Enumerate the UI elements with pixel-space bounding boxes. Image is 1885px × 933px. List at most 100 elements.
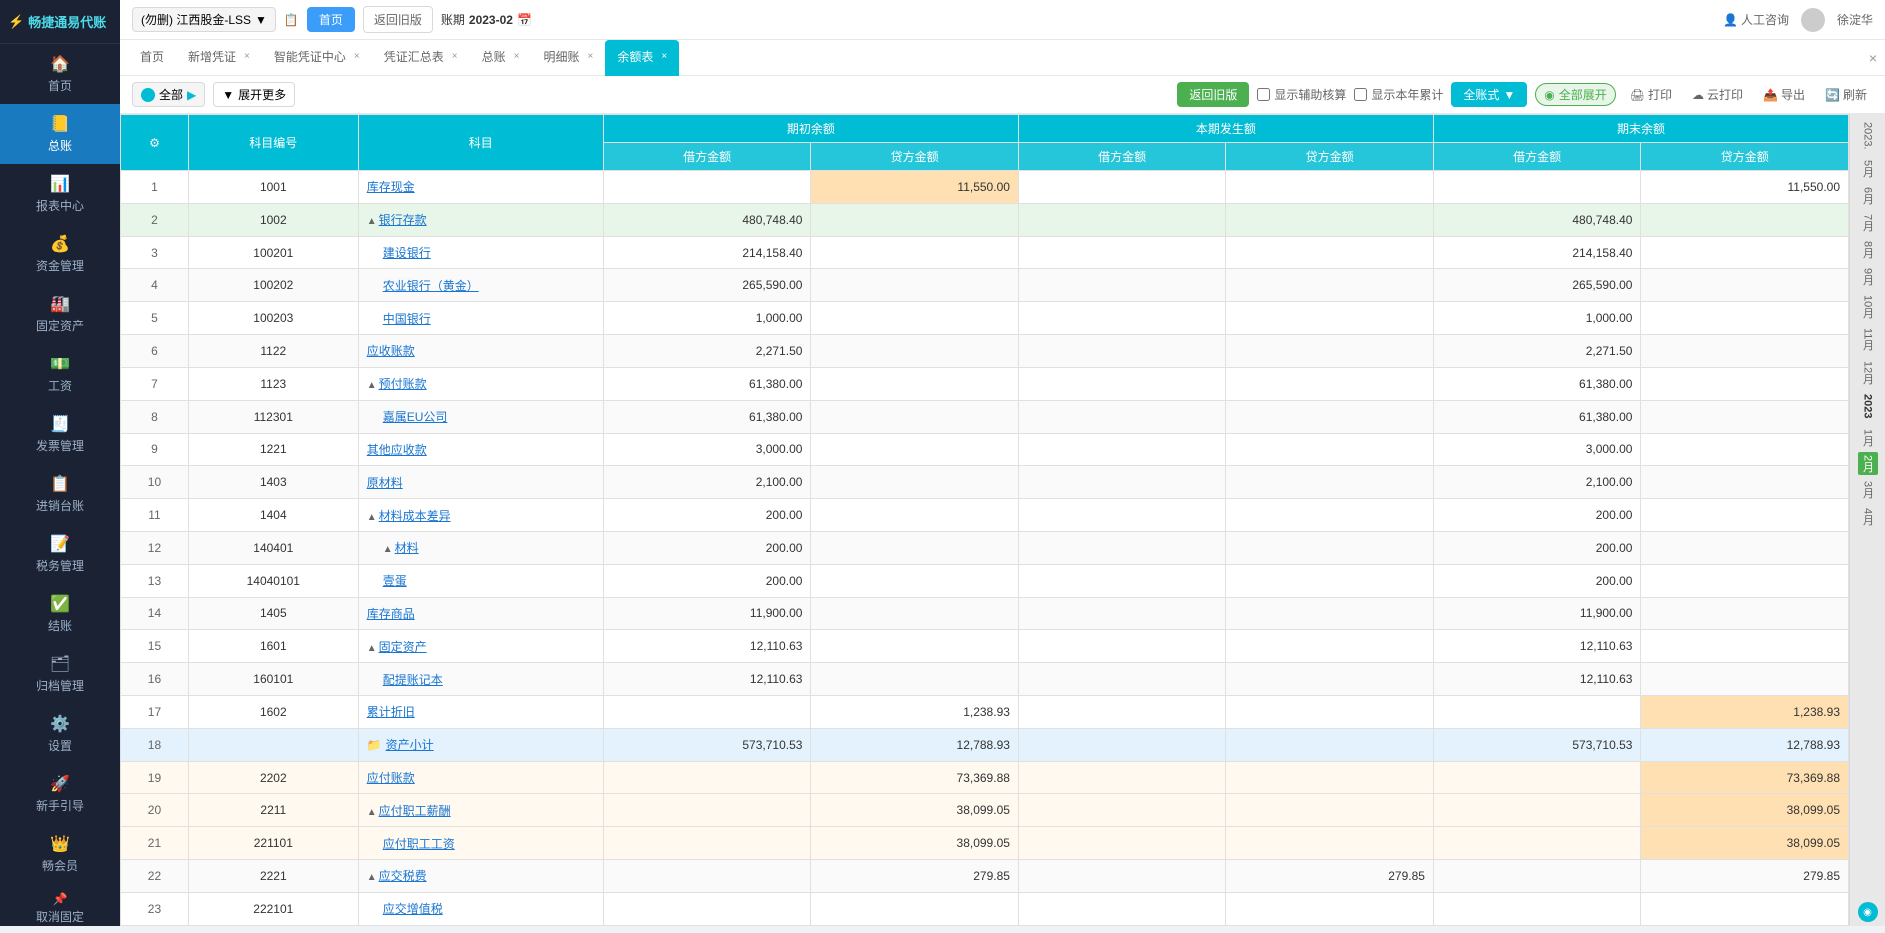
cell-name[interactable]: ▲材料成本差异 bbox=[358, 499, 603, 532]
name-link[interactable]: 库存商品 bbox=[367, 607, 415, 621]
right-panel-month-8[interactable]: 8月 bbox=[1858, 237, 1878, 262]
cell-name[interactable]: 应付账款 bbox=[358, 761, 603, 794]
expand-arrow-icon[interactable]: ▲ bbox=[367, 216, 377, 227]
avatar[interactable] bbox=[1801, 8, 1825, 32]
right-panel-month-11[interactable]: 11月 bbox=[1858, 324, 1878, 354]
cell-name[interactable]: 配提账记本 bbox=[358, 663, 603, 696]
right-panel-year-2023-prev[interactable]: 2023. bbox=[1860, 118, 1876, 154]
tab-voucher-summary[interactable]: 凭证汇总表 × bbox=[372, 40, 470, 76]
cell-name[interactable]: 壹蛋 bbox=[358, 564, 603, 597]
show-aux-checkbox[interactable]: 显示辅助核算 bbox=[1257, 86, 1346, 103]
cell-name[interactable]: ▲材料 bbox=[358, 531, 603, 564]
name-link[interactable]: 配提账记本 bbox=[383, 673, 443, 687]
name-link[interactable]: 应交增值税 bbox=[383, 902, 443, 916]
tab-smart-center[interactable]: 智能凭证中心 × bbox=[262, 40, 372, 76]
gear-icon[interactable]: ⚙ bbox=[149, 136, 160, 150]
sidebar-item-reports[interactable]: 📊 报表中心 bbox=[0, 164, 120, 224]
name-link[interactable]: 材料成本差异 bbox=[379, 509, 451, 523]
name-link[interactable]: 材料 bbox=[395, 541, 419, 555]
name-link[interactable]: 应付职工工资 bbox=[383, 837, 455, 851]
cell-name[interactable]: ▲应付职工薪酬 bbox=[358, 794, 603, 827]
cell-name[interactable]: 建设银行 bbox=[358, 236, 603, 269]
name-link[interactable]: 嘉属EU公司 bbox=[383, 410, 448, 424]
customer-service-btn[interactable]: 👤 人工咨询 bbox=[1723, 11, 1789, 28]
subject-selector[interactable]: 全部 ▶ bbox=[132, 82, 205, 107]
name-link[interactable]: 应收账款 bbox=[367, 344, 415, 358]
sidebar-item-home[interactable]: 🏠 首页 bbox=[0, 44, 120, 104]
cell-name[interactable]: 其他应收款 bbox=[358, 433, 603, 466]
cell-name[interactable]: 原材料 bbox=[358, 466, 603, 499]
ytd-checkbox-input[interactable] bbox=[1354, 88, 1367, 101]
name-link[interactable]: 原材料 bbox=[367, 476, 403, 490]
tab-balance-sheet[interactable]: 余额表 × bbox=[605, 40, 679, 76]
right-panel-month-12[interactable]: 12月 bbox=[1858, 357, 1878, 388]
close-tab-new-voucher[interactable]: × bbox=[244, 51, 250, 62]
print-button[interactable]: 🖨 打印 bbox=[1624, 83, 1678, 106]
return-old-version-button[interactable]: 返回旧版 bbox=[1177, 82, 1249, 107]
full-mode-button[interactable]: 全账式 ▼ bbox=[1451, 82, 1527, 107]
sidebar-item-capital[interactable]: 💰 资金管理 bbox=[0, 224, 120, 284]
right-panel-month-7[interactable]: 7月 bbox=[1858, 210, 1878, 235]
name-link[interactable]: 银行存款 bbox=[379, 213, 427, 227]
expand-arrow-icon[interactable]: ▲ bbox=[383, 544, 393, 555]
tab-detail-ledger[interactable]: 明细账 × bbox=[531, 40, 605, 76]
cell-name[interactable]: ▲固定资产 bbox=[358, 630, 603, 663]
sidebar-item-settings[interactable]: ⚙️ 设置 bbox=[0, 704, 120, 764]
right-panel-month-9[interactable]: 9月 bbox=[1858, 264, 1878, 289]
right-panel-month-1[interactable]: 1月 bbox=[1858, 425, 1878, 450]
name-link[interactable]: 其他应收款 bbox=[367, 443, 427, 457]
copy-icon[interactable]: 📋 bbox=[284, 13, 299, 27]
name-link[interactable]: 累计折旧 bbox=[367, 705, 415, 719]
name-link[interactable]: 应付职工薪酬 bbox=[379, 804, 451, 818]
expand-arrow-icon[interactable]: ▲ bbox=[367, 643, 377, 654]
calendar-icon[interactable]: 📅 bbox=[517, 13, 532, 27]
cell-name[interactable]: 📁资产小计 bbox=[358, 728, 603, 761]
sidebar-item-fixed-assets[interactable]: 🏭 固定资产 bbox=[0, 284, 120, 344]
tab-home[interactable]: 首页 bbox=[128, 40, 176, 76]
right-panel-year-2023[interactable]: 2023 bbox=[1860, 390, 1876, 422]
cell-name[interactable]: 累计折旧 bbox=[358, 696, 603, 729]
th-settings[interactable]: ⚙ bbox=[121, 115, 189, 171]
name-link[interactable]: 建设银行 bbox=[383, 246, 431, 260]
name-link[interactable]: 农业银行（黄金） bbox=[383, 279, 479, 293]
name-link[interactable]: 中国银行 bbox=[383, 312, 431, 326]
sidebar-item-tax[interactable]: 📝 税务管理 bbox=[0, 524, 120, 584]
close-tab-balance-sheet[interactable]: × bbox=[661, 51, 667, 62]
right-panel-month-10[interactable]: 10月 bbox=[1858, 291, 1878, 322]
close-tab-detail-ledger[interactable]: × bbox=[587, 51, 593, 62]
right-panel-month-3[interactable]: 3月 bbox=[1858, 477, 1878, 502]
tab-new-voucher[interactable]: 新增凭证 × bbox=[176, 40, 262, 76]
expand-more-button[interactable]: ▼ 展开更多 bbox=[213, 82, 295, 107]
sidebar-item-invoice[interactable]: 🧾 发票管理 bbox=[0, 404, 120, 464]
right-panel-month-2[interactable]: 2月 bbox=[1858, 452, 1878, 475]
cell-name[interactable]: 嘉属EU公司 bbox=[358, 400, 603, 433]
close-all-tabs[interactable]: × bbox=[1869, 50, 1877, 66]
right-panel-bottom-icon[interactable]: ◉ bbox=[1858, 902, 1878, 922]
switch-old-version-button[interactable]: 返回旧版 bbox=[363, 6, 433, 33]
sidebar-item-ledger[interactable]: 📒 总账 bbox=[0, 104, 120, 164]
sidebar-item-guide[interactable]: 🚀 新手引导 bbox=[0, 764, 120, 824]
name-link[interactable]: 应交税费 bbox=[379, 869, 427, 883]
aux-checkbox-input[interactable] bbox=[1257, 88, 1270, 101]
sidebar-item-member[interactable]: 👑 畅会员 bbox=[0, 824, 120, 884]
cell-name[interactable]: 应收账款 bbox=[358, 335, 603, 368]
close-tab-ledger[interactable]: × bbox=[514, 51, 520, 62]
cell-name[interactable]: ▲应交税费 bbox=[358, 860, 603, 893]
tab-ledger[interactable]: 总账 × bbox=[470, 40, 532, 76]
expand-arrow-icon[interactable]: ▲ bbox=[367, 807, 377, 818]
cell-name[interactable]: 农业银行（黄金） bbox=[358, 269, 603, 302]
expand-arrow-icon[interactable]: ▲ bbox=[367, 512, 377, 523]
export-button[interactable]: 📤 导出 bbox=[1757, 83, 1811, 106]
work-bench-button[interactable]: 首页 bbox=[307, 7, 355, 32]
show-ytd-checkbox[interactable]: 显示本年累计 bbox=[1354, 86, 1443, 103]
cell-name[interactable]: 库存商品 bbox=[358, 597, 603, 630]
cell-name[interactable]: 库存现金 bbox=[358, 171, 603, 204]
name-link[interactable]: 壹蛋 bbox=[383, 574, 407, 588]
sidebar-item-archive[interactable]: 🗂 归档管理 bbox=[0, 644, 120, 704]
sidebar-item-settlement[interactable]: ✅ 结账 bbox=[0, 584, 120, 644]
name-link[interactable]: 库存现金 bbox=[367, 180, 415, 194]
close-tab-voucher-summary[interactable]: × bbox=[452, 51, 458, 62]
expand-arrow-icon[interactable]: ▲ bbox=[367, 380, 377, 391]
cell-name[interactable]: ▲银行存款 bbox=[358, 203, 603, 236]
right-panel-month-4[interactable]: 4月 bbox=[1858, 504, 1878, 529]
